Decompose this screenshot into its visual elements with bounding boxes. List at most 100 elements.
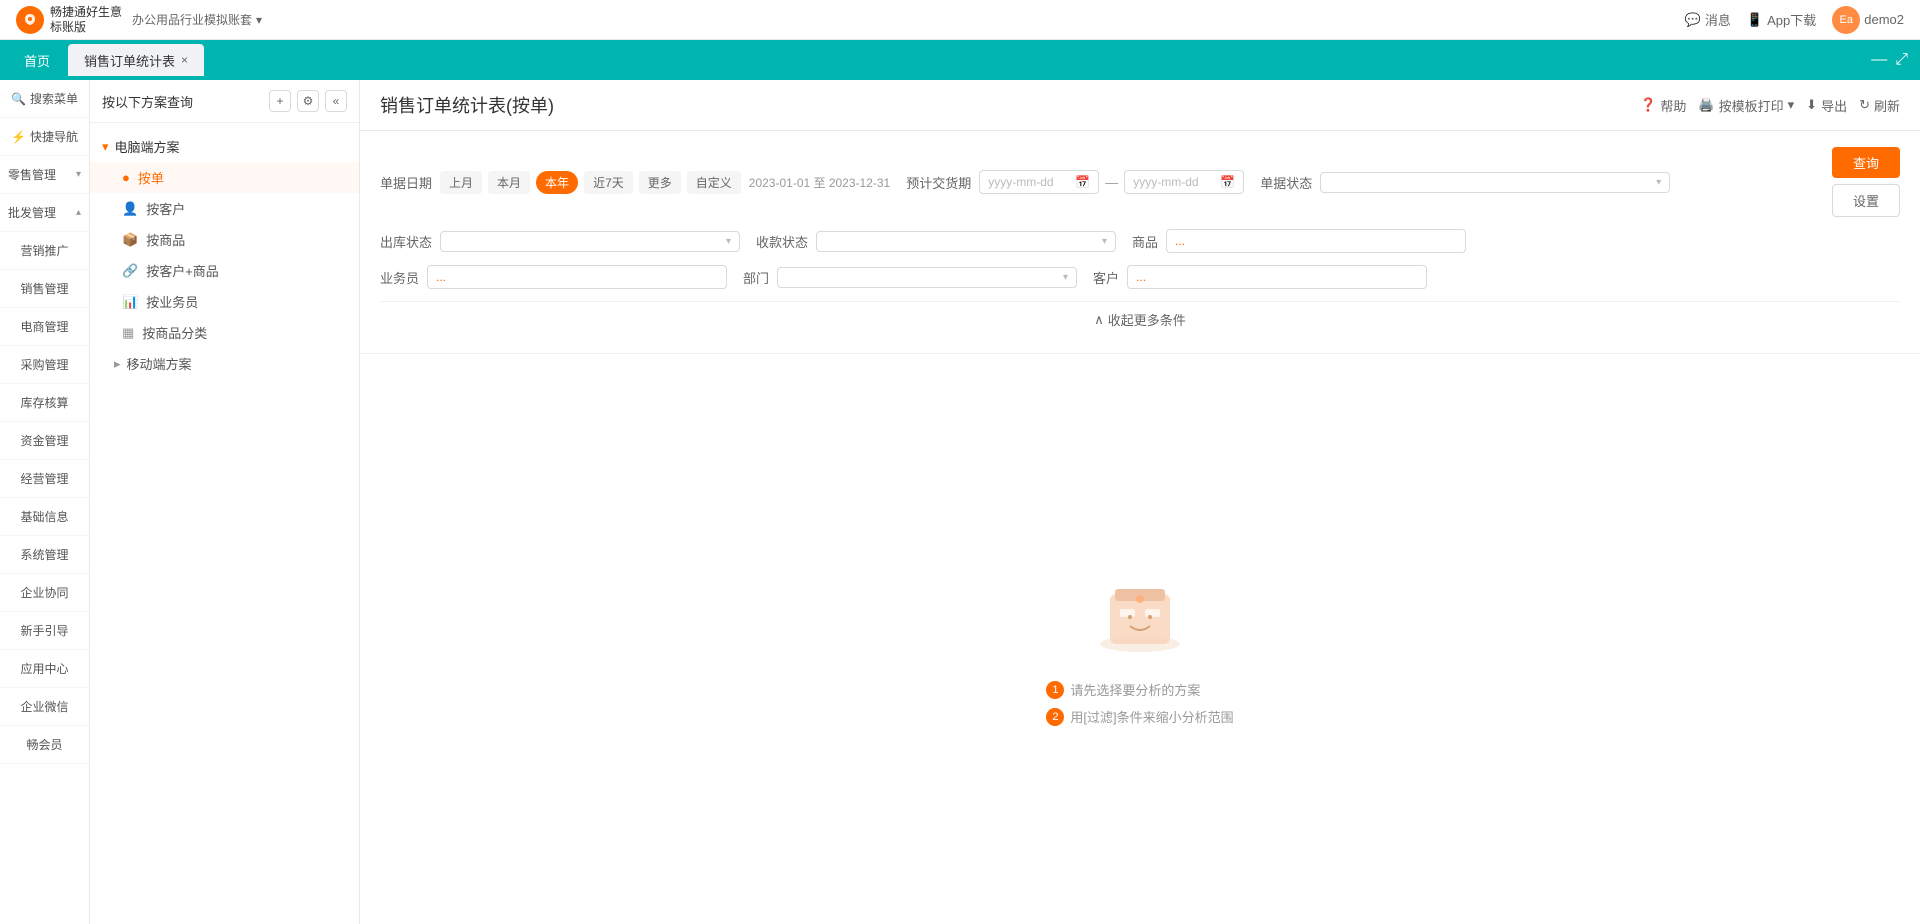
sidebar-search[interactable]: 🔍 搜索菜单 bbox=[0, 80, 89, 118]
nav-tab-actions: — ⤢ bbox=[1871, 51, 1920, 69]
pc-section-label: 电脑端方案 bbox=[115, 137, 180, 156]
company-selector[interactable]: 办公用品行业模拟账套 ▾ bbox=[132, 11, 262, 28]
shipment-status-select[interactable]: ▾ bbox=[440, 231, 740, 252]
phone-icon: 📱 bbox=[1747, 12, 1763, 28]
tip-num-2: 2 bbox=[1046, 708, 1064, 726]
bill-status-select[interactable]: ▾ bbox=[1320, 172, 1670, 193]
refresh-btn[interactable]: ↻ 刷新 bbox=[1859, 96, 1900, 115]
delivery-date-start[interactable]: yyyy-mm-dd 📅 bbox=[979, 170, 1099, 194]
sidebar-item-marketing[interactable]: 营销推广 bbox=[0, 232, 89, 270]
date-btn-this-month[interactable]: 本月 bbox=[488, 171, 530, 194]
date-btn-this-year[interactable]: 本年 bbox=[536, 171, 578, 194]
chevron-down-icon: ▾ bbox=[102, 139, 109, 155]
date-btn-more[interactable]: 更多 bbox=[639, 171, 681, 194]
sidebar-item-operations[interactable]: 经营管理 bbox=[0, 460, 89, 498]
customer-filter-input[interactable]: ... bbox=[1127, 265, 1427, 289]
date-btn-7days[interactable]: 近7天 bbox=[584, 171, 633, 194]
sidebar-item-purchase[interactable]: 采购管理 bbox=[0, 346, 89, 384]
tree-item-by-category[interactable]: ▦ 按商品分类 bbox=[90, 317, 359, 348]
collapse-panel-btn[interactable]: « bbox=[325, 90, 347, 112]
sidebar-item-finance[interactable]: 资金管理 bbox=[0, 422, 89, 460]
shipment-dropdown-icon: ▾ bbox=[726, 236, 731, 247]
template-print-btn[interactable]: 🖨️ 按模板打印 ▾ bbox=[1698, 96, 1794, 115]
left-panel-actions: + ⚙ « bbox=[269, 90, 347, 112]
tab-home[interactable]: 首页 bbox=[8, 44, 66, 76]
scheme-settings-btn[interactable]: ⚙ bbox=[297, 90, 319, 112]
salesperson-filter-input[interactable]: ... bbox=[427, 265, 727, 289]
left-panel: 按以下方案查询 + ⚙ « ▾ 电脑端方案 bbox=[90, 80, 360, 924]
department-dropdown-icon: ▾ bbox=[1063, 272, 1068, 283]
filter-shipment-status: 出库状态 ▾ bbox=[380, 231, 740, 252]
collapse-icon: « bbox=[333, 94, 340, 108]
sidebar-item-basic-info[interactable]: 基础信息 bbox=[0, 498, 89, 536]
help-btn[interactable]: ❓ 帮助 bbox=[1640, 96, 1686, 115]
sidebar-item-guide[interactable]: 新手引导 bbox=[0, 612, 89, 650]
sidebar-item-members[interactable]: 畅会员 bbox=[0, 726, 89, 764]
tree-header-mobile[interactable]: ▸ 移动端方案 bbox=[90, 348, 359, 379]
bill-status-label: 单据状态 bbox=[1260, 173, 1312, 192]
customer-more-btn[interactable]: ... bbox=[1136, 270, 1146, 284]
settings-query-btn[interactable]: 设置 bbox=[1832, 184, 1900, 217]
query-btn[interactable]: 查询 bbox=[1832, 147, 1900, 178]
sidebar-item-enterprise[interactable]: 企业协同 bbox=[0, 574, 89, 612]
sidebar-item-quick-nav[interactable]: ⚡ 快捷导航 bbox=[0, 118, 89, 156]
lightning-icon: ⚡ bbox=[11, 130, 26, 144]
export-btn[interactable]: ⬇ 导出 bbox=[1806, 96, 1847, 115]
app-download-btn[interactable]: 📱 App下载 bbox=[1747, 10, 1816, 29]
filter-goods: 商品 ... bbox=[1132, 229, 1466, 253]
sidebar-item-sales-mgmt[interactable]: 销售管理 bbox=[0, 270, 89, 308]
top-bar-left: 畅捷通好生意 标账版 办公用品行业模拟账套 ▾ bbox=[16, 5, 262, 34]
left-panel-header: 按以下方案查询 + ⚙ « bbox=[90, 80, 359, 123]
query-btn-group: 查询 设置 bbox=[1816, 147, 1900, 217]
filter-department: 部门 ▾ bbox=[743, 267, 1077, 288]
tree-item-by-salesperson[interactable]: 📊 按业务员 bbox=[90, 286, 359, 317]
tree-item-by-customer-goods[interactable]: 🔗 按客户+商品 bbox=[90, 255, 359, 286]
salesperson-label: 业务员 bbox=[380, 268, 419, 287]
page-header: 销售订单统计表(按单) ❓ 帮助 🖨️ 按模板打印 ▾ ⬇ 导出 bbox=[360, 80, 1920, 131]
add-scheme-btn[interactable]: + bbox=[269, 90, 291, 112]
date-range-text: 2023-01-01 至 2023-12-31 bbox=[749, 174, 890, 191]
tree-section: ▾ 电脑端方案 ● 按单 👤 按客户 📦 按商品 🔗 按客户+商品 bbox=[90, 123, 359, 924]
message-btn[interactable]: 💬 消息 bbox=[1685, 10, 1731, 29]
minimize-icon[interactable]: — bbox=[1871, 51, 1887, 69]
sidebar-item-app-center[interactable]: 应用中心 bbox=[0, 650, 89, 688]
filter-salesperson: 业务员 ... bbox=[380, 265, 727, 289]
goods-label: 商品 bbox=[1132, 232, 1158, 251]
date-btn-last-month[interactable]: 上月 bbox=[440, 171, 482, 194]
calendar-icon: 📅 bbox=[1075, 175, 1090, 189]
user-name: demo2 bbox=[1864, 12, 1904, 27]
tree-item-by-order[interactable]: ● 按单 bbox=[90, 162, 359, 193]
empty-illustration bbox=[1080, 544, 1200, 664]
date-filter-buttons: 上月 本月 本年 近7天 更多 自定义 bbox=[440, 171, 741, 194]
filter-date: 单据日期 上月 本月 本年 近7天 更多 自定义 2023-01-01 至 20… bbox=[380, 171, 890, 194]
filter-row-2: 出库状态 ▾ 收款状态 ▾ 商品 bbox=[380, 229, 1900, 253]
tree-item-by-goods[interactable]: 📦 按商品 bbox=[90, 224, 359, 255]
mobile-section-label: 移动端方案 bbox=[127, 354, 192, 373]
logo-icon bbox=[16, 6, 44, 34]
tab-close-btn[interactable]: × bbox=[181, 53, 188, 67]
tree-item-by-customer[interactable]: 👤 按客户 bbox=[90, 193, 359, 224]
sidebar-item-system[interactable]: 系统管理 bbox=[0, 536, 89, 574]
maximize-icon[interactable]: ⤢ bbox=[1895, 51, 1908, 69]
salesperson-more-btn[interactable]: ... bbox=[436, 270, 446, 284]
user-avatar[interactable]: Ea demo2 bbox=[1832, 6, 1904, 34]
collapse-filter-btn[interactable]: ∧ 收起更多条件 bbox=[1094, 310, 1186, 329]
collection-status-label: 收款状态 bbox=[756, 232, 808, 251]
content: 按以下方案查询 + ⚙ « ▾ 电脑端方案 bbox=[90, 80, 1920, 924]
sidebar-item-wholesale[interactable]: 批发管理 ▴ bbox=[0, 194, 89, 232]
sidebar-item-inventory[interactable]: 库存核算 bbox=[0, 384, 89, 422]
sidebar-item-retail[interactable]: 零售管理 ▾ bbox=[0, 156, 89, 194]
delivery-date-end[interactable]: yyyy-mm-dd 📅 bbox=[1124, 170, 1244, 194]
top-bar-right: 💬 消息 📱 App下载 Ea demo2 bbox=[1685, 6, 1904, 34]
filter-area: 单据日期 上月 本月 本年 近7天 更多 自定义 2023-01-01 至 20… bbox=[360, 131, 1920, 354]
department-select[interactable]: ▾ bbox=[777, 267, 1077, 288]
sidebar-item-wechat[interactable]: 企业微信 bbox=[0, 688, 89, 726]
collection-status-select[interactable]: ▾ bbox=[816, 231, 1116, 252]
goods-filter-input[interactable]: ... bbox=[1166, 229, 1466, 253]
sidebar-item-ecommerce[interactable]: 电商管理 bbox=[0, 308, 89, 346]
chart-icon: 📊 bbox=[122, 294, 138, 310]
goods-more-btn[interactable]: ... bbox=[1175, 234, 1185, 248]
date-btn-custom[interactable]: 自定义 bbox=[687, 171, 741, 194]
tree-header-pc[interactable]: ▾ 电脑端方案 bbox=[90, 131, 359, 162]
tab-sales-stats[interactable]: 销售订单统计表 × bbox=[68, 44, 204, 76]
